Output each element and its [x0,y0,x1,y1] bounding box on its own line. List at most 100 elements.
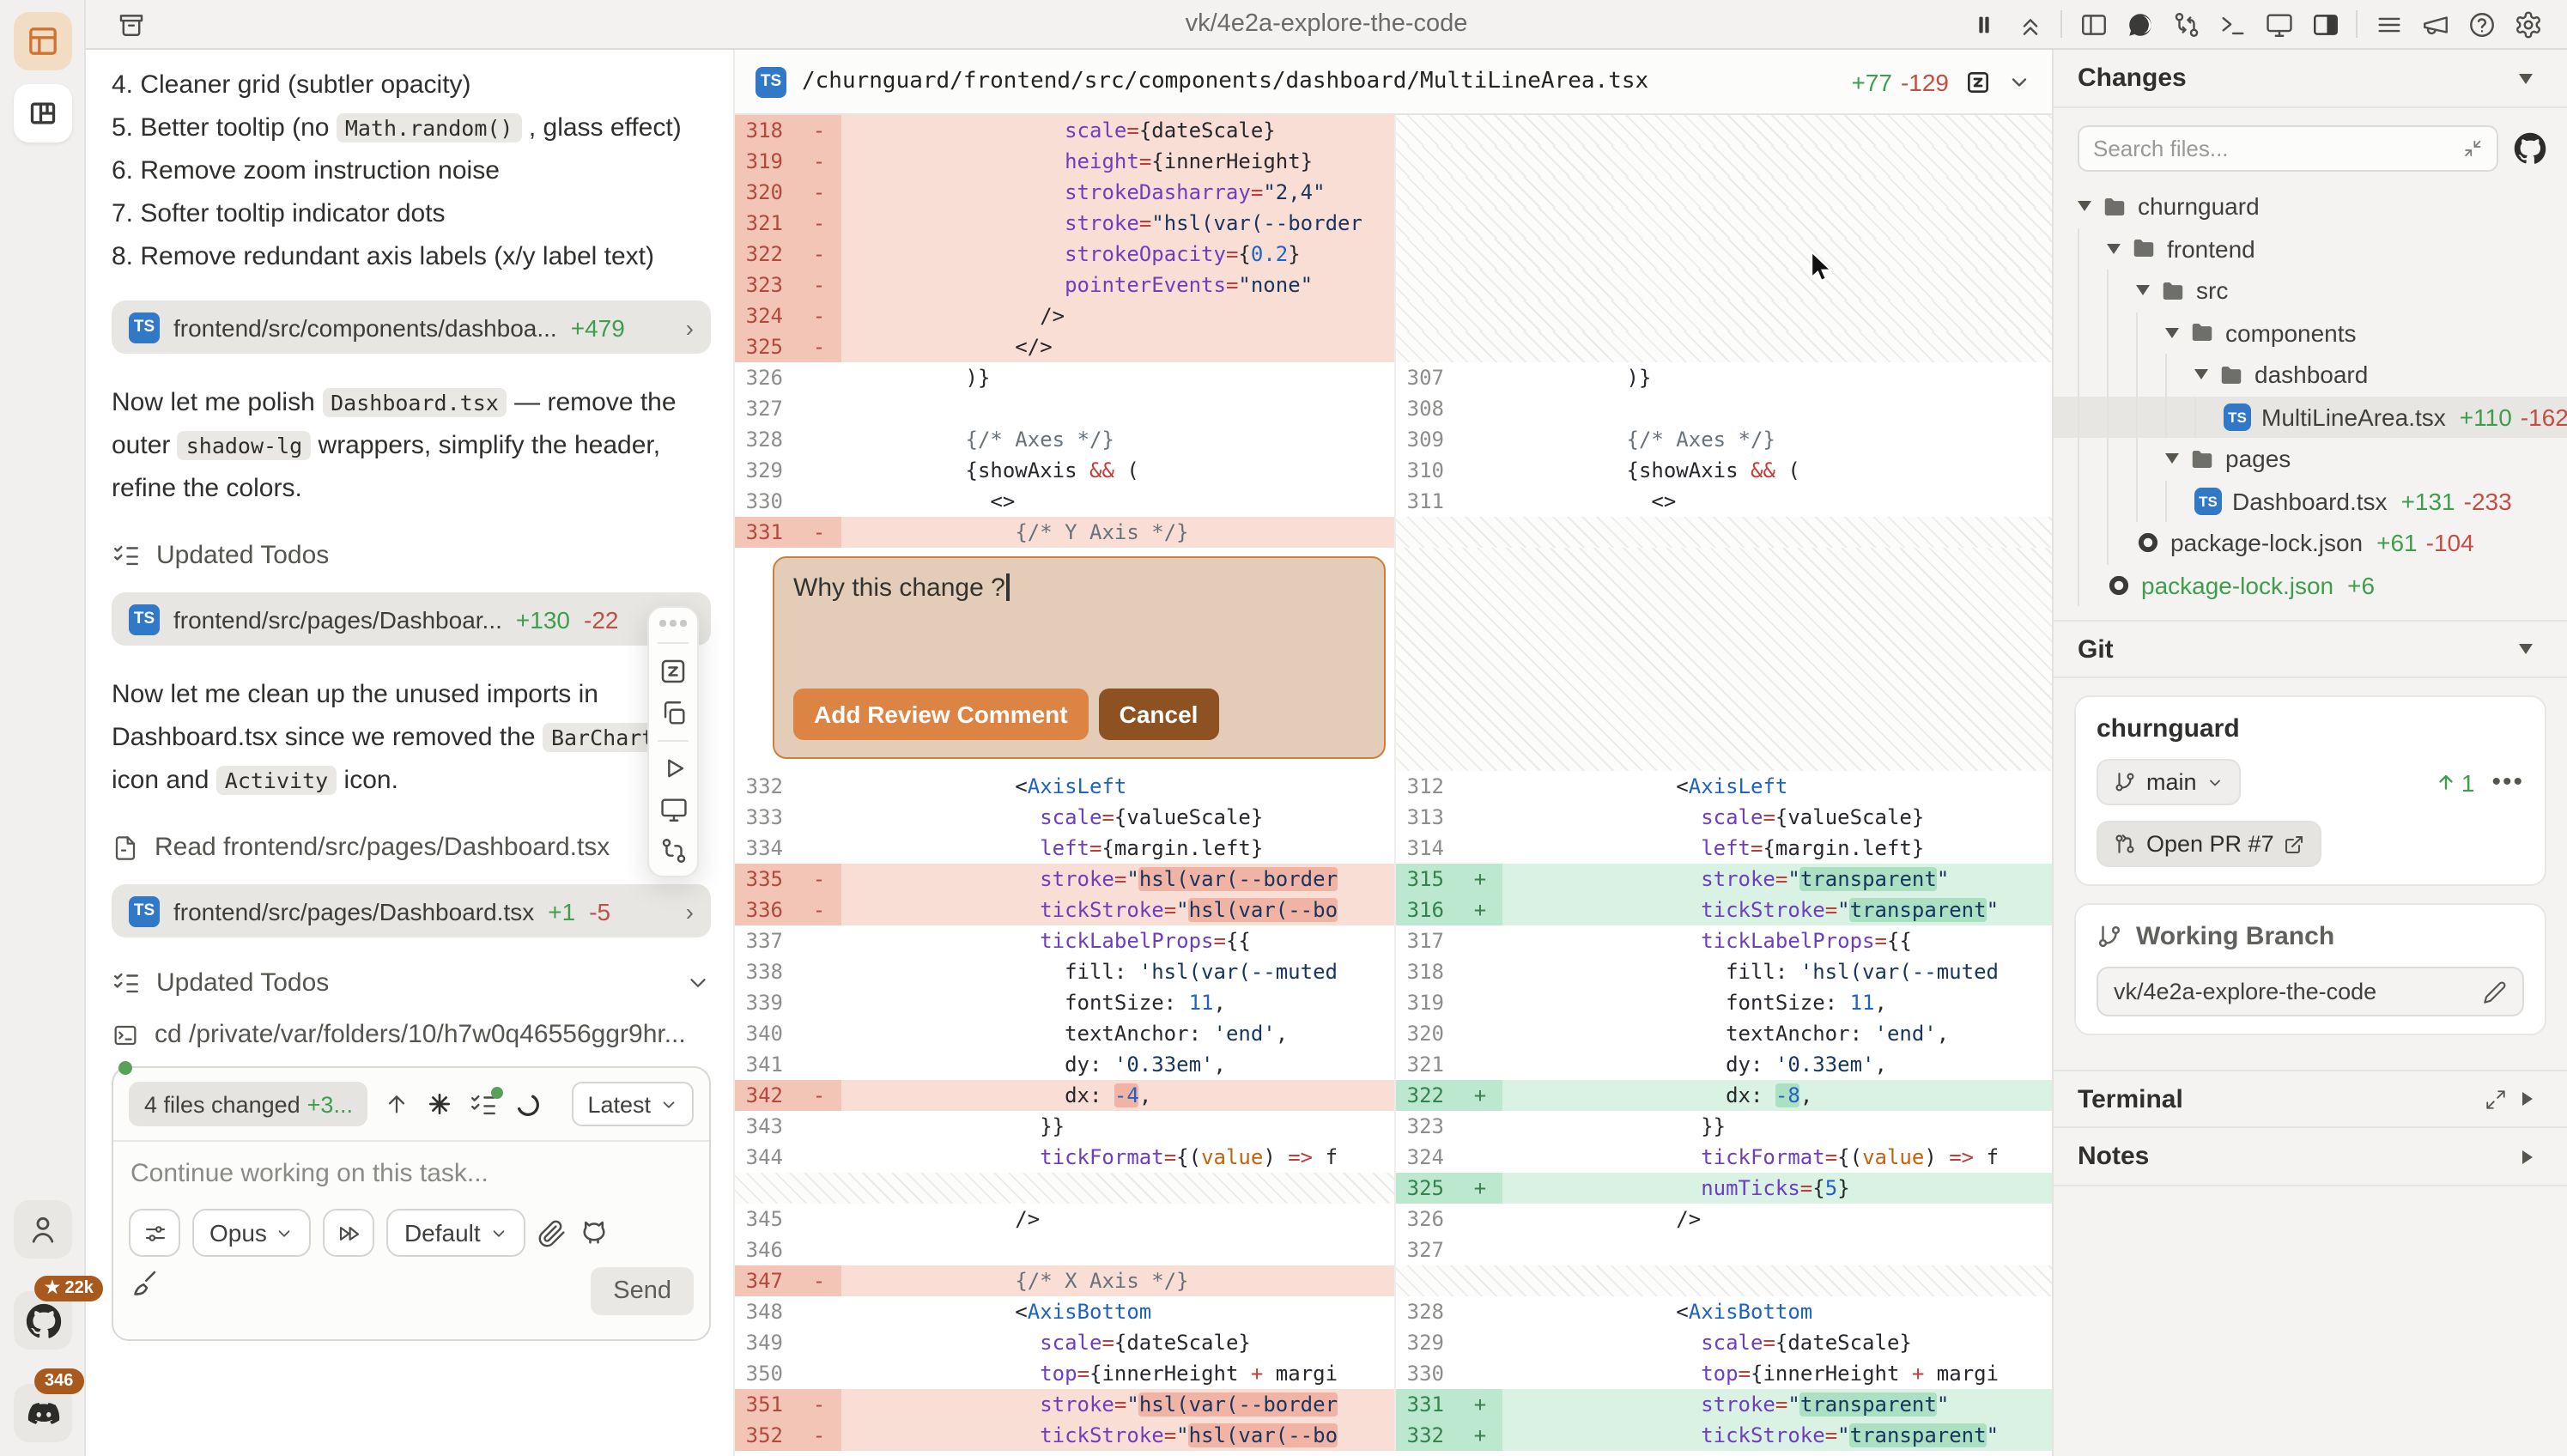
tree-item-package-lock-json[interactable]: package-lock.json+61-104 [2054,522,2567,564]
tree-item-pages[interactable]: pages [2054,438,2567,480]
message-input[interactable]: Continue working on this task... [113,1142,709,1198]
package-icon [2136,531,2160,555]
arrow-up-icon[interactable] [384,1090,411,1118]
file-chip[interactable]: TS frontend/src/components/dashboa... +4… [112,300,711,354]
zed-editor-icon[interactable] [658,655,689,686]
line-number: 351 [735,1389,797,1420]
terminal-panel-button[interactable] [2217,9,2248,39]
tree-item-components[interactable]: components [2054,312,2567,354]
branch-dropdown[interactable]: main [2097,759,2242,805]
todos-indicator[interactable] [470,1089,499,1119]
working-branch-field[interactable]: vk/4e2a-explore-the-code [2097,967,2524,1016]
file-search[interactable] [2078,125,2498,172]
collapse-icon[interactable] [2461,137,2483,160]
changes-section-header[interactable]: Changes [2054,50,2567,108]
archive-button[interactable] [115,9,146,39]
terminal-command-row[interactable]: cd /private/var/folders/10/h7w0q46556ggr… [112,1020,711,1049]
todos-row[interactable]: Updated Todos [112,541,711,570]
line-number: 331 [1396,1389,1458,1420]
diff-row: 334 left={margin.left}314 left={margin.l… [735,833,2052,864]
diff-sign [797,1111,841,1142]
model-dropdown[interactable]: Opus [192,1209,312,1257]
open-pr-button[interactable]: Open PR #7 [2097,821,2322,867]
collapse-file-icon[interactable] [2007,70,2031,94]
git-section-header[interactable]: Git [2054,620,2567,678]
typescript-icon: TS [2194,488,2222,515]
files-changed-chip[interactable]: 4 files changed +3... [129,1082,368,1126]
tree-item-src[interactable]: src [2054,270,2567,312]
todos-row[interactable]: Updated Todos [112,968,711,998]
copy-icon[interactable] [658,698,688,727]
zed-editor-icon[interactable] [1964,68,1992,95]
fast-forward-button[interactable] [324,1209,375,1257]
expand-icon[interactable] [2485,1088,2507,1110]
diff-cell: 329 {showAxis && ( [735,455,1396,486]
send-button[interactable]: Send [591,1267,694,1315]
git-compare-icon[interactable] [658,835,688,864]
read-file-row[interactable]: Read frontend/src/pages/Dashboard.tsx [112,833,711,862]
diff-sign [1458,833,1502,864]
monitor-icon[interactable] [658,794,688,823]
repo-name: churnguard [2097,714,2524,743]
tree-item-frontend[interactable]: frontend [2054,228,2567,270]
terminal-section-header[interactable]: Terminal [2054,1070,2567,1128]
notes-section-header[interactable]: Notes [2054,1128,2567,1186]
paperclip-icon[interactable] [537,1218,567,1247]
mode-dropdown[interactable]: Default [387,1209,525,1257]
chevrons-up-icon [2015,9,2044,39]
cancel-button[interactable]: Cancel [1099,689,1219,740]
review-comment-input[interactable]: Why this change ? [793,573,1365,603]
spark-icon[interactable] [427,1090,454,1118]
text-caret [1007,573,1010,601]
add-review-comment-button[interactable]: Add Review Comment [793,689,1089,740]
help-button[interactable] [2466,9,2497,39]
menu-button[interactable] [2373,9,2404,39]
cat-icon[interactable] [2514,132,2546,165]
feedback-button[interactable] [2419,9,2450,39]
account-button[interactable] [14,1200,72,1259]
play-icon[interactable] [658,753,688,782]
tree-item-dashboard[interactable]: dashboard [2054,354,2567,396]
pencil-icon[interactable] [2483,980,2507,1004]
diff-hatch [1396,548,2052,771]
file-chip[interactable]: TS frontend/src/pages/Dashboard.tsx +1 -… [112,884,711,937]
line-number: 336 [735,895,797,925]
pause-button[interactable] [1968,9,1999,39]
tree-item-multilinearea-tsx[interactable]: TSMultiLineArea.tsx+110-162 [2054,396,2567,438]
version-dropdown[interactable]: Latest [572,1082,694,1126]
preview-button[interactable] [2263,9,2294,39]
inline-code: shadow-lg [178,431,311,460]
diff-cell: 316+ tickStroke="transparent" [1396,895,2052,925]
tree-item-churnguard[interactable]: churnguard [2054,185,2567,228]
chevron-down-icon [685,970,711,996]
broom-icon[interactable] [129,1267,160,1298]
tree-item-dashboard-tsx[interactable]: TSDashboard.tsx+131-233 [2054,480,2567,522]
toggle-left-panel-button[interactable] [2078,9,2109,39]
diff-cell: 336- tickStroke="hsl(var(--bo [735,895,1396,925]
diff-sign [797,1018,841,1049]
chat-panel-button[interactable] [2124,9,2155,39]
settings-sliders-button[interactable] [129,1209,180,1257]
code-line: scale={dateScale} [841,1327,1394,1358]
more-options-button[interactable]: ••• [2491,767,2524,797]
search-input[interactable] [2093,136,2461,161]
cat-icon[interactable] [579,1217,610,1248]
settings-button[interactable] [2512,9,2543,39]
github-button[interactable]: ★ 22k [14,1291,72,1350]
diff-cell: 335- stroke="hsl(var(--border [735,864,1396,895]
git-panel-button[interactable] [2170,9,2201,39]
diff-row: 339 fontSize: 11,319 fontSize: 11, [735,987,2052,1018]
code-line: dx: -8, [1502,1080,2052,1111]
layout-view-button[interactable] [14,12,72,70]
diff-file-header[interactable]: TS /churnguard/frontend/src/components/d… [735,50,2052,115]
toggle-right-panel-button[interactable] [2309,9,2340,39]
diff-cell: 340 textAnchor: 'end', [735,1018,1396,1049]
discord-button[interactable]: 346 [14,1384,72,1442]
drag-handle-icon[interactable] [660,616,687,629]
diff-sign: + [1458,895,1502,925]
tree-item-package-lock-json[interactable]: package-lock.json+6 [2054,564,2567,606]
file-chip[interactable]: TS frontend/src/pages/Dashboar... +130 -… [112,592,711,646]
scroll-top-button[interactable] [2014,9,2045,39]
chevron-down-icon [2165,328,2179,338]
board-view-button[interactable] [14,84,72,143]
